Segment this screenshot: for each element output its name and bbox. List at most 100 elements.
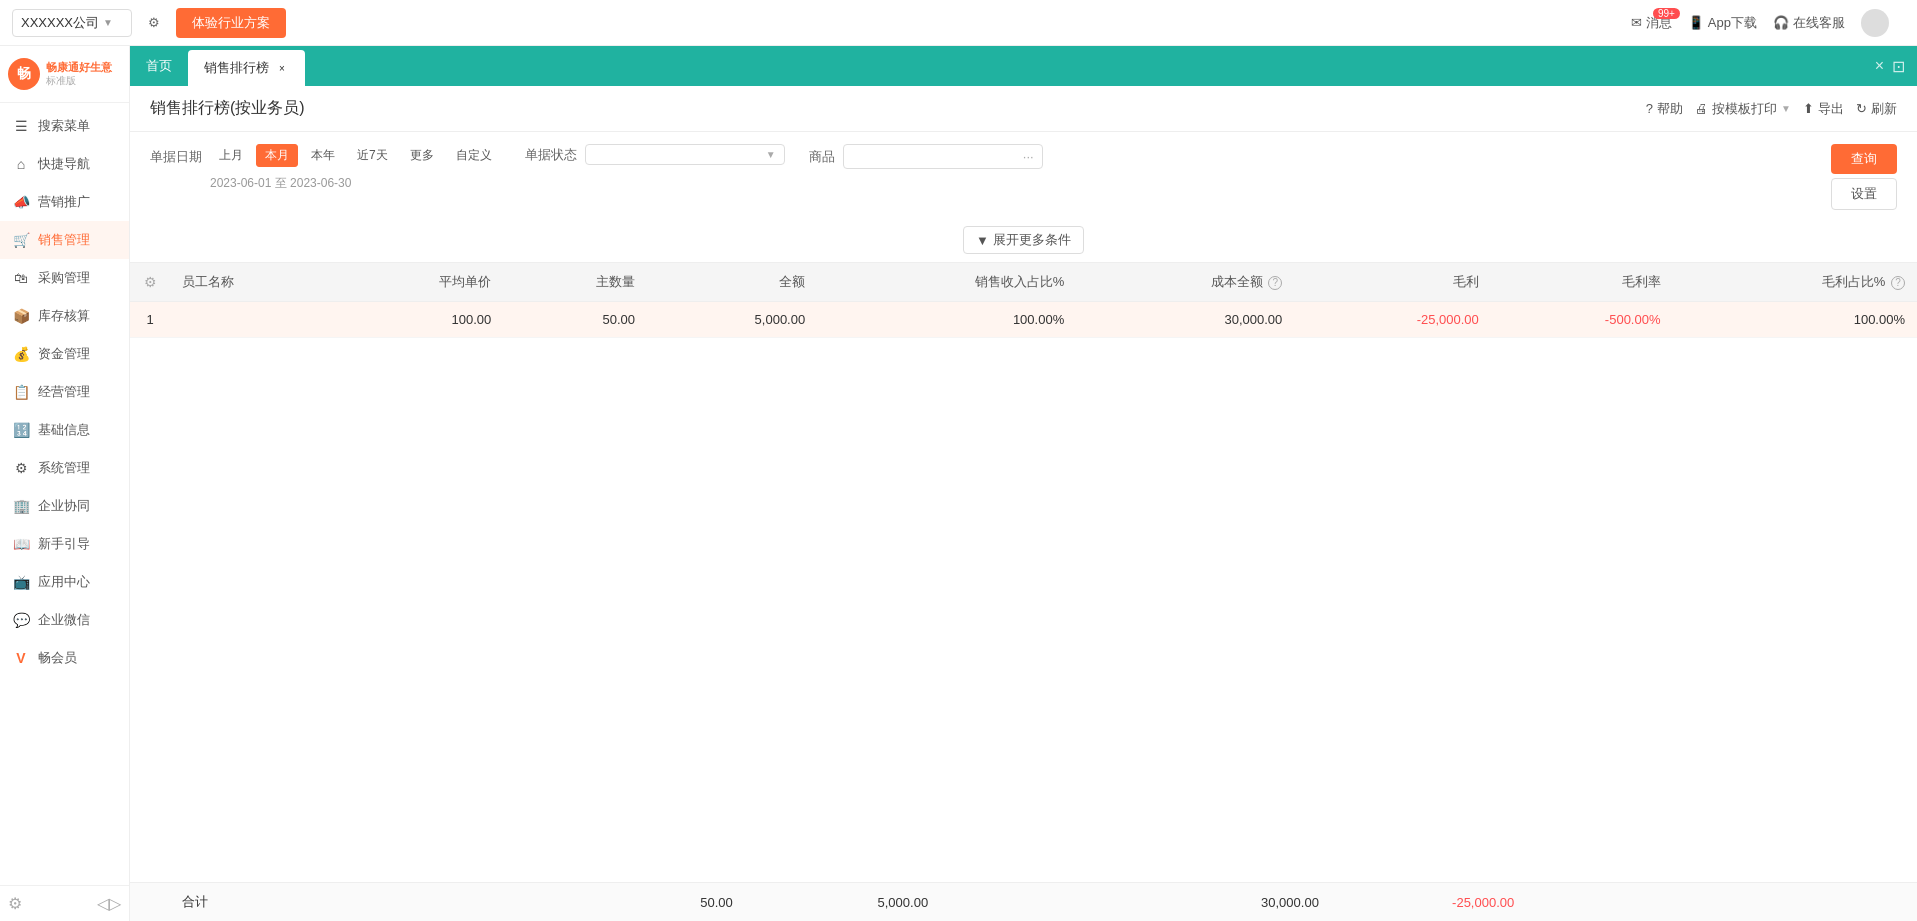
system-icon: ⚙ xyxy=(12,459,30,477)
nav-label: 系统管理 xyxy=(38,459,90,477)
profit-pct-help-icon[interactable]: ? xyxy=(1891,276,1905,290)
sidebar-item-wechat[interactable]: 💬 企业微信 xyxy=(0,601,129,639)
refresh-label: 刷新 xyxy=(1871,100,1897,118)
footer-label: 合计 xyxy=(182,893,342,911)
sidebar-item-enterprise[interactable]: 🏢 企业协同 xyxy=(0,487,129,525)
sidebar-item-app-center[interactable]: 📺 应用中心 xyxy=(0,563,129,601)
cost-help-icon[interactable]: ? xyxy=(1268,276,1282,290)
date-option-last-month[interactable]: 上月 xyxy=(210,144,252,167)
message-button[interactable]: ✉ 消息 99+ xyxy=(1631,14,1672,32)
nav-label: 企业协同 xyxy=(38,497,90,515)
date-option-7days[interactable]: 近7天 xyxy=(348,144,397,167)
sidebar-item-quick-nav[interactable]: ⌂ 快捷导航 xyxy=(0,145,129,183)
sidebar-item-basics[interactable]: 🔢 基础信息 xyxy=(0,411,129,449)
settings-icon[interactable]: ⚙ xyxy=(140,9,168,37)
nav-label: 企业微信 xyxy=(38,611,90,629)
inventory-icon: 📦 xyxy=(12,307,30,325)
cell-employee xyxy=(170,302,330,338)
user-avatar[interactable] xyxy=(1861,9,1889,37)
company-selector[interactable]: XXXXXX公司 ▼ xyxy=(12,9,132,37)
sidebar-item-sales[interactable]: 🛒 销售管理 xyxy=(0,221,129,259)
app-download-button[interactable]: 📱 App下载 xyxy=(1688,14,1757,32)
message-icon: ✉ xyxy=(1631,15,1642,30)
date-option-this-month[interactable]: 本月 xyxy=(256,144,298,167)
export-button[interactable]: ⬆ 导出 xyxy=(1803,100,1844,118)
home-tab-label: 首页 xyxy=(146,57,172,75)
tab-sales-ranking[interactable]: 销售排行榜 × xyxy=(188,50,305,86)
help-button[interactable]: ? 帮助 xyxy=(1646,100,1683,118)
cell-profit: -25,000.00 xyxy=(1294,302,1491,338)
logo-icon: 畅 xyxy=(8,58,40,90)
refresh-button[interactable]: ↻ 刷新 xyxy=(1856,100,1897,118)
print-label: 按模板打印 xyxy=(1712,100,1777,118)
online-service-label: 在线客服 xyxy=(1793,14,1845,32)
settings-bottom-icon[interactable]: ⚙ xyxy=(8,894,22,913)
wechat-icon: 💬 xyxy=(12,611,30,629)
tab-close-icon[interactable]: × xyxy=(275,61,289,75)
company-dropdown-arrow: ▼ xyxy=(103,17,113,28)
table-row: 1 100.00 50.00 5,000.00 100.00% 30,000.0… xyxy=(130,302,1917,338)
logo-sub: 标准版 xyxy=(46,74,112,88)
date-filter-group: 单据日期 上月 本月 本年 近7天 更多 自定义 20 xyxy=(150,144,501,192)
footer-qty: 50.00 xyxy=(537,895,732,910)
enterprise-icon: 🏢 xyxy=(12,497,30,515)
col-avg-price: 平均单价 xyxy=(330,263,503,302)
sidebar-item-inventory[interactable]: 📦 库存核算 xyxy=(0,297,129,335)
date-option-more[interactable]: 更多 xyxy=(401,144,443,167)
cell-sales-pct: 100.00% xyxy=(817,302,1076,338)
query-actions: 查询 设置 xyxy=(1831,144,1897,210)
basics-icon: 🔢 xyxy=(12,421,30,439)
table-footer: 合计 50.00 5,000.00 30,000.00 -25,000.00 xyxy=(130,882,1917,921)
sidebar-item-purchase[interactable]: 🛍 采购管理 xyxy=(0,259,129,297)
query-button[interactable]: 查询 xyxy=(1831,144,1897,174)
tab-home[interactable]: 首页 xyxy=(130,46,188,86)
sidebar-item-marketing[interactable]: 📣 营销推广 xyxy=(0,183,129,221)
cell-profit-pct: 100.00% xyxy=(1673,302,1918,338)
goods-input[interactable]: ··· xyxy=(843,144,1043,169)
company-name: XXXXXX公司 xyxy=(21,14,99,32)
status-select[interactable]: ▼ xyxy=(585,144,785,165)
date-range-display: 2023-06-01 至 2023-06-30 xyxy=(210,175,501,192)
goods-filter-group: 商品 ··· xyxy=(809,144,1043,169)
col-qty: 主数量 xyxy=(503,263,647,302)
main-area: 畅 畅康通好生意 标准版 ☰ 搜索菜单 ⌂ 快捷导航 📣 营销推广 xyxy=(0,46,1917,921)
sidebar-item-guide[interactable]: 📖 新手引导 xyxy=(0,525,129,563)
print-button[interactable]: 🖨 按模板打印 ▼ xyxy=(1695,100,1791,118)
cell-avg-price: 100.00 xyxy=(330,302,503,338)
nav-label: 营销推广 xyxy=(38,193,90,211)
nav-label: 畅会员 xyxy=(38,649,77,667)
trial-button[interactable]: 体验行业方案 xyxy=(176,8,286,38)
expand-more-label: 展开更多条件 xyxy=(993,231,1071,249)
table-settings-icon[interactable]: ⚙ xyxy=(144,274,157,290)
sidebar-item-system[interactable]: ⚙ 系统管理 xyxy=(0,449,129,487)
phone-icon: 📱 xyxy=(1688,15,1704,30)
sidebar-item-finance[interactable]: 💰 资金管理 xyxy=(0,335,129,373)
date-options: 上月 本月 本年 近7天 更多 自定义 xyxy=(210,144,501,167)
page-header-actions: ? 帮助 🖨 按模板打印 ▼ ⬆ 导出 ↻ xyxy=(1646,100,1897,118)
goods-label: 商品 xyxy=(809,148,835,166)
expand-more-button[interactable]: ▼ 展开更多条件 xyxy=(963,226,1084,254)
date-option-custom[interactable]: 自定义 xyxy=(447,144,501,167)
filter-area: 单据日期 上月 本月 本年 近7天 更多 自定义 20 xyxy=(130,132,1917,263)
status-label: 单据状态 xyxy=(525,146,577,164)
table-header-row: ⚙ 员工名称 平均单价 主数量 全额 销售收入占比% 成本全额 ? 毛利 毛利率 xyxy=(130,263,1917,302)
top-bar-left: XXXXXX公司 ▼ ⚙ 体验行业方案 xyxy=(12,8,286,38)
date-option-this-year[interactable]: 本年 xyxy=(302,144,344,167)
online-service-button[interactable]: 🎧 在线客服 xyxy=(1773,14,1845,32)
col-employee: 员工名称 xyxy=(170,263,330,302)
close-window-icon[interactable]: × xyxy=(1875,57,1884,75)
restore-window-icon[interactable]: ⊡ xyxy=(1892,57,1905,76)
content-area: 首页 销售排行榜 × × ⊡ 销售排行榜(按业务员) xyxy=(130,46,1917,921)
sidebar-item-operations[interactable]: 📋 经营管理 xyxy=(0,373,129,411)
collapse-sidebar-icon[interactable]: ◁▷ xyxy=(97,894,121,913)
quick-nav-icon: ⌂ xyxy=(12,155,30,173)
sidebar-bottom: ⚙ ◁▷ xyxy=(0,885,129,921)
sidebar-item-search-order[interactable]: ☰ 搜索菜单 xyxy=(0,107,129,145)
settings-button[interactable]: 设置 xyxy=(1831,178,1897,210)
date-label: 单据日期 xyxy=(150,144,202,166)
table-section: ⚙ 员工名称 平均单价 主数量 全额 销售收入占比% 成本全额 ? 毛利 毛利率 xyxy=(130,263,1917,882)
sales-icon: 🛒 xyxy=(12,231,30,249)
app-download-label: App下载 xyxy=(1708,14,1757,32)
sidebar-item-member[interactable]: V 畅会员 xyxy=(0,639,129,677)
help-icon: ? xyxy=(1646,101,1653,116)
